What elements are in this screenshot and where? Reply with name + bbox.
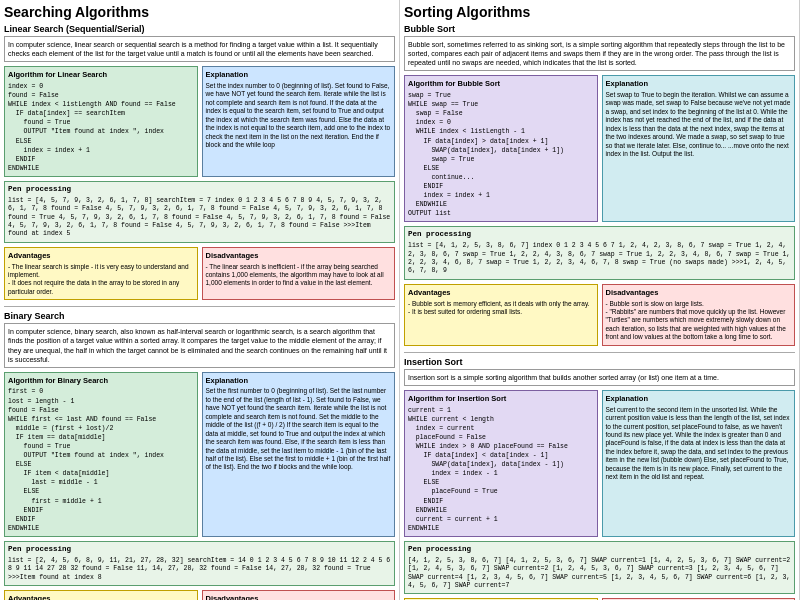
insertion-description: Insertion sort is a simple sorting algor… xyxy=(404,369,795,386)
insertion-algo-box: Algorithm for Insertion Sort current = 1… xyxy=(404,390,598,537)
linear-algo-explanation: Algorithm for Linear Search index = 0 fo… xyxy=(4,66,395,177)
bubble-disadvantages: Disadvantages - Bubble sort is slow on l… xyxy=(602,284,796,346)
binary-description: In computer science, binary search, also… xyxy=(4,323,395,367)
left-title: Searching Algorithms xyxy=(4,4,395,20)
insertion-sort-section: Insertion Sort Insertion sort is a simpl… xyxy=(404,357,795,600)
divider-right xyxy=(404,352,795,353)
binary-advantages: Advantages - The binary search is much m… xyxy=(4,590,198,600)
bubble-adv-disadv: Advantages - Bubble sort is memory effic… xyxy=(404,284,795,346)
linear-pen-processing: Pen processing list = [4, 5, 7, 9, 3, 2,… xyxy=(4,181,395,243)
insertion-sort-subtitle: Insertion Sort xyxy=(404,357,795,367)
insertion-pen-processing: Pen processing [4, 1, 2, 5, 3, 8, 6, 7] … xyxy=(404,541,795,595)
linear-search-subtitle: Linear Search (Sequential/Serial) xyxy=(4,24,395,34)
bubble-description: Bubble sort, sometimes referred to as si… xyxy=(404,36,795,71)
linear-advantages: Advantages - The linear search is simple… xyxy=(4,247,198,301)
linear-description: In computer science, linear search or se… xyxy=(4,36,395,62)
insertion-explanation-box: Explanation Set current to the second it… xyxy=(602,390,796,537)
binary-disadvantages: Disadvantages xyxy=(202,590,396,600)
binary-adv-disadv: Advantages - The binary search is much m… xyxy=(4,590,395,600)
left-panel: Searching Algorithms Linear Search (Sequ… xyxy=(0,0,400,600)
divider xyxy=(4,306,395,307)
linear-explanation-box: Explanation Set the index number to 0 (b… xyxy=(202,66,396,177)
linear-algo-box: Algorithm for Linear Search index = 0 fo… xyxy=(4,66,198,177)
bubble-advantages: Advantages - Bubble sort is memory effic… xyxy=(404,284,598,346)
insertion-algo-explanation: Algorithm for Insertion Sort current = 1… xyxy=(404,390,795,537)
binary-algo-explanation: Algorithm for Binary Search first = 0 lo… xyxy=(4,372,395,537)
linear-disadvantages: Disadvantages - The linear search is ine… xyxy=(202,247,396,301)
binary-search-subtitle: Binary Search xyxy=(4,311,395,321)
right-title: Sorting Algorithms xyxy=(404,4,795,20)
linear-search-section: Linear Search (Sequential/Serial) In com… xyxy=(4,24,395,300)
linear-adv-disadv: Advantages - The linear search is simple… xyxy=(4,247,395,301)
binary-pen-processing: Pen processing list = [2, 4, 5, 6, 8, 9,… xyxy=(4,541,395,586)
binary-search-section: Binary Search In computer science, binar… xyxy=(4,311,395,600)
binary-explanation-box: Explanation Set the first number to 0 (b… xyxy=(202,372,396,537)
bubble-sort-section: Bubble Sort Bubble sort, sometimes refer… xyxy=(404,24,795,346)
binary-algo-box: Algorithm for Binary Search first = 0 lo… xyxy=(4,372,198,537)
bubble-sort-subtitle: Bubble Sort xyxy=(404,24,795,34)
bubble-algo-box: Algorithm for Bubble Sort swap = True WH… xyxy=(404,75,598,222)
right-panel: Sorting Algorithms Bubble Sort Bubble so… xyxy=(400,0,800,600)
bubble-pen-processing: Pen processing list = [4, 1, 2, 5, 3, 8,… xyxy=(404,226,795,280)
bubble-algo-explanation: Algorithm for Bubble Sort swap = True WH… xyxy=(404,75,795,222)
bubble-explanation-box: Explanation Set swap to True to begin th… xyxy=(602,75,796,222)
